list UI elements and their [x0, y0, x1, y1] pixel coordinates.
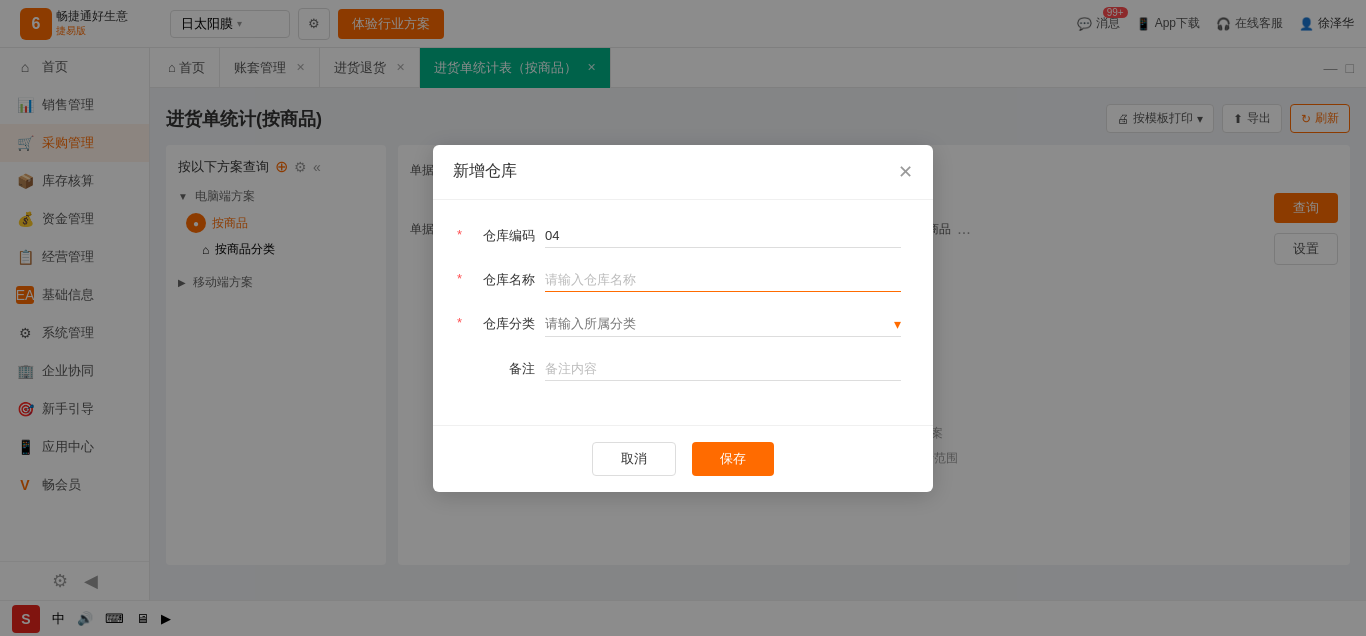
save-button[interactable]: 保存: [692, 442, 774, 476]
new-warehouse-dialog: 新增仓库 ✕ 仓库编码 仓库名称 仓库分类 ▾: [433, 145, 933, 492]
cancel-button[interactable]: 取消: [592, 442, 676, 476]
warehouse-type-arrow-icon: ▾: [894, 316, 901, 332]
warehouse-type-select[interactable]: ▾: [545, 312, 901, 337]
warehouse-type-input[interactable]: [545, 316, 894, 331]
warehouse-name-label: 仓库名称: [465, 271, 545, 289]
warehouse-name-input[interactable]: [545, 268, 901, 292]
dialog-overlay: 新增仓库 ✕ 仓库编码 仓库名称 仓库分类 ▾: [0, 0, 1366, 636]
remark-label: 备注: [465, 360, 545, 378]
warehouse-code-input[interactable]: [545, 224, 901, 248]
dialog-title: 新增仓库: [453, 161, 517, 182]
remark-input[interactable]: [545, 357, 901, 381]
warehouse-type-label: 仓库分类: [465, 315, 545, 333]
warehouse-code-label: 仓库编码: [465, 227, 545, 245]
dialog-close-icon[interactable]: ✕: [898, 161, 913, 183]
